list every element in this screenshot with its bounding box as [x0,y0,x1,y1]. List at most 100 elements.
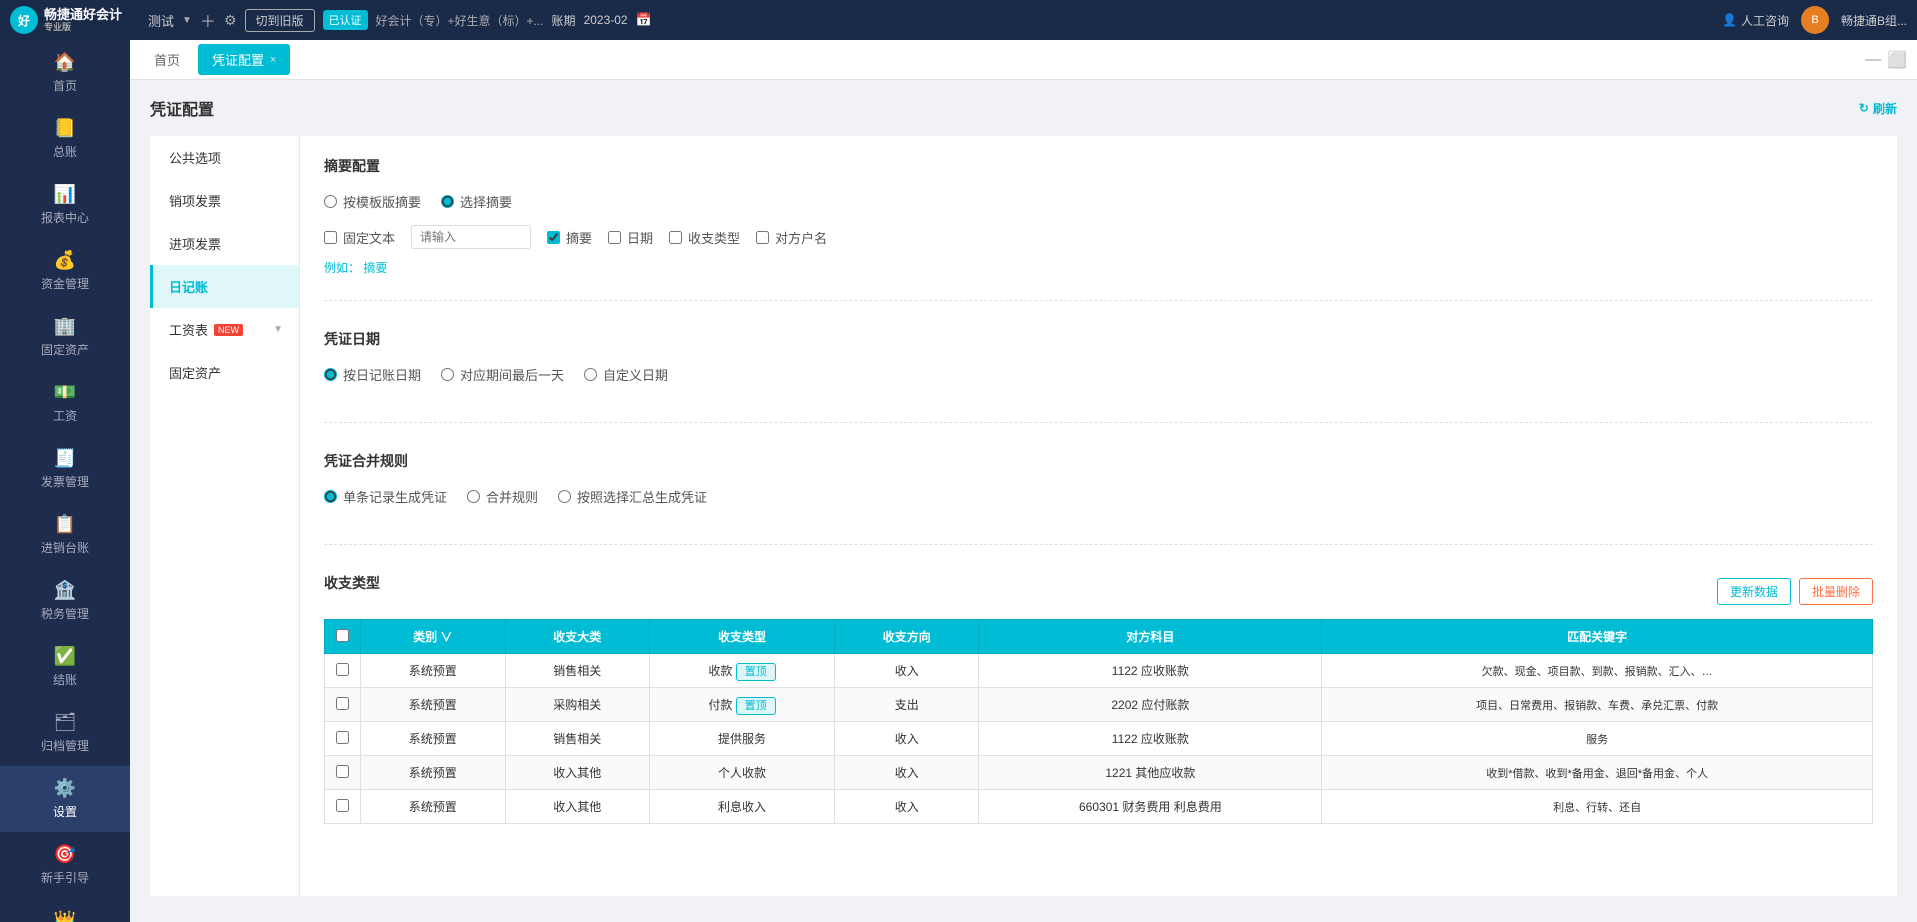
table-row: 系统预置 销售相关 收款 置顶 收入 1122 应收账款 欠款、现金、项目款、到… [325,654,1873,688]
left-nav-sales-invoice[interactable]: 销项发票 [150,179,299,222]
td-direction-1: 收入 [834,654,979,688]
period-value: 2023-02 [584,13,628,27]
badge-top-1[interactable]: 置顶 [736,663,776,681]
sidebar-label-guide: 新手引导 [41,869,89,886]
radio-single-label[interactable]: 单条记录生成凭证 [324,487,447,506]
tab-maximize-button[interactable]: ⬜ [1887,50,1907,70]
sidebar-label-home: 首页 [53,77,77,94]
calendar-icon[interactable]: 📅 [636,12,652,28]
radio-custom-date[interactable] [584,368,597,381]
service-icon: 👤 [1722,13,1737,27]
ledger-icon: 📒 [54,118,76,139]
sidebar-item-inventory[interactable]: 📋 进销台账 [0,502,130,568]
top-bar-right: 👤 人工咨询 B 畅捷通B组... [1722,6,1907,34]
td-type-5: 利息收入 [650,790,835,824]
settings-icon: ⚙️ [54,778,76,799]
tab-home[interactable]: 首页 [140,44,194,75]
radio-merge[interactable] [467,490,480,503]
settings-icon[interactable]: ⚙ [224,12,237,29]
radio-summary-label[interactable]: 按照选择汇总生成凭证 [558,487,707,506]
radio-diary-date-label[interactable]: 按日记账日期 [324,365,421,384]
sidebar-label-tax: 税务管理 [41,605,89,622]
checkbox-date[interactable] [608,231,621,244]
sidebar-item-settings[interactable]: ⚙️ 设置 [0,766,130,832]
sidebar-item-closing[interactable]: ✅ 结账 [0,634,130,700]
radio-single[interactable] [324,490,337,503]
sidebar-item-funds[interactable]: 💰 资金管理 [0,238,130,304]
td-keywords-5: 利息、行转、还自 [1322,790,1873,824]
left-nav-payroll[interactable]: 工资表 NEW ▼ [150,308,299,351]
row-checkbox-4[interactable] [336,765,349,778]
radio-template-label[interactable]: 按模板版摘要 [324,192,421,211]
expand-icon[interactable]: ▼ [273,324,283,335]
checkbox-summary-label[interactable]: 摘要 [547,228,592,247]
radio-period-last[interactable] [441,368,454,381]
checkbox-fixed[interactable] [324,231,337,244]
sidebar-item-vip[interactable]: 👑 畅会员 [0,898,130,922]
left-nav-fixed-assets[interactable]: 固定资产 [150,351,299,394]
income-expense-section: 收支类型 更新数据 批量删除 [324,573,1873,848]
radio-custom-date-label[interactable]: 自定义日期 [584,365,668,384]
checkbox-type-label[interactable]: 收支类型 [669,228,740,247]
refresh-button[interactable]: ↻ 刷新 [1859,100,1897,117]
radio-template[interactable] [324,195,337,208]
th-direction: 收支方向 [834,620,979,654]
example-text: 例如： 摘要 [324,259,1873,276]
checkbox-date-label[interactable]: 日期 [608,228,653,247]
left-nav-diary[interactable]: 日记账 [150,265,299,308]
left-nav-purchase-invoice[interactable]: 进项发票 [150,222,299,265]
merge-rule-title: 凭证合并规则 [324,451,1873,471]
sidebar-item-guide[interactable]: 🎯 新手引导 [0,832,130,898]
checkbox-fixed-label[interactable]: 固定文本 [324,228,395,247]
sidebar: 🏠 首页 📒 总账 📊 报表中心 💰 资金管理 🏢 固定资产 💵 工资 🧾 发票… [0,40,130,922]
row-checkbox-3[interactable] [336,731,349,744]
td-account-5: 660301 财务费用 利息费用 [979,790,1322,824]
left-nav-public[interactable]: 公共选项 [150,136,299,179]
assets-icon: 🏢 [54,316,76,337]
radio-select-label[interactable]: 选择摘要 [441,192,512,211]
income-expense-title: 收支类型 [324,573,380,593]
batch-delete-button[interactable]: 批量删除 [1799,578,1873,605]
badge-top-2[interactable]: 置顶 [736,697,776,715]
row-checkbox-1[interactable] [336,663,349,676]
sidebar-item-tax[interactable]: 🏦 税务管理 [0,568,130,634]
row-checkbox-5[interactable] [336,799,349,812]
sidebar-label-payroll: 工资 [53,407,77,424]
radio-period-last-label[interactable]: 对应期间最后一天 [441,365,564,384]
update-data-button[interactable]: 更新数据 [1717,578,1791,605]
td-major-3: 销售相关 [505,722,650,756]
sidebar-item-payroll[interactable]: 💵 工资 [0,370,130,436]
sidebar-label-funds: 资金管理 [41,275,89,292]
content-area: 首页 凭证配置 × — ⬜ 凭证配置 ↻ 刷新 [130,40,1917,922]
tab-close-button[interactable]: × [270,54,276,66]
radio-diary-date[interactable] [324,368,337,381]
sidebar-item-invoice[interactable]: 🧾 发票管理 [0,436,130,502]
tab-active-label: 凭证配置 [212,50,264,69]
sidebar-item-home[interactable]: 🏠 首页 [0,40,130,106]
checkbox-summary[interactable] [547,231,560,244]
fixed-text-input[interactable] [411,225,531,249]
add-icon[interactable]: ＋ [200,8,216,32]
radio-merge-label[interactable]: 合并规则 [467,487,538,506]
archive-icon: 🗂 [54,712,77,733]
td-major-5: 收入其他 [505,790,650,824]
checkbox-type[interactable] [669,231,682,244]
sidebar-item-reports[interactable]: 📊 报表中心 [0,172,130,238]
checkbox-counterpart-label[interactable]: 对方户名 [756,228,827,247]
tab-minimize-button[interactable]: — [1865,50,1881,70]
table-row: 系统预置 收入其他 利息收入 收入 660301 财务费用 利息费用 利息、行转… [325,790,1873,824]
radio-summary[interactable] [558,490,571,503]
td-major-1: 销售相关 [505,654,650,688]
user-service[interactable]: 👤 人工咨询 [1722,12,1789,29]
sidebar-item-ledger[interactable]: 📒 总账 [0,106,130,172]
checkbox-counterpart[interactable] [756,231,769,244]
closing-icon: ✅ [54,646,76,667]
select-all-checkbox[interactable] [336,629,349,642]
sidebar-item-assets[interactable]: 🏢 固定资产 [0,304,130,370]
row-checkbox-2[interactable] [336,697,349,710]
radio-select[interactable] [441,195,454,208]
td-type-4: 个人收款 [650,756,835,790]
tab-voucher-config[interactable]: 凭证配置 × [198,44,290,75]
sidebar-item-archive[interactable]: 🗂 归档管理 [0,700,130,766]
switch-version-button[interactable]: 切到旧版 [245,9,315,32]
